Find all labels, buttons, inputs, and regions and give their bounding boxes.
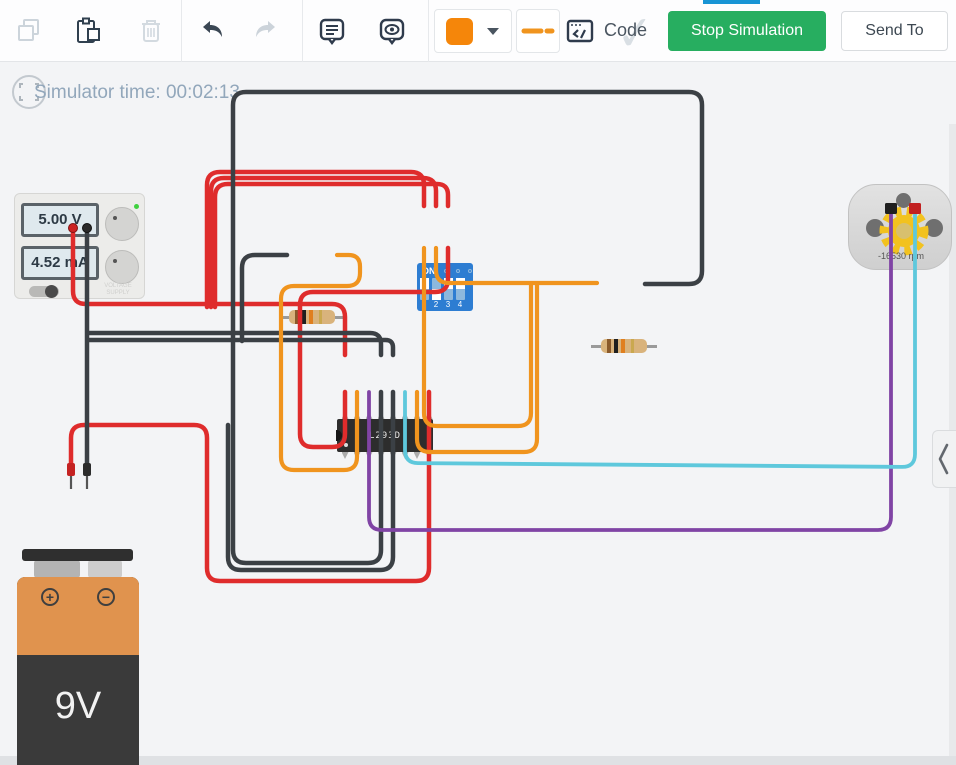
ic-pin[interactable] [342,412,349,419]
ic-pin[interactable] [390,452,397,459]
ic-pin[interactable] [402,412,409,419]
resistor-band [607,339,611,353]
dip-switch-2[interactable] [432,278,441,300]
ic-pin1-dot [344,443,348,447]
ic-pin[interactable] [426,452,433,459]
toolbar-separator [428,0,429,62]
notes-icon[interactable] [318,17,346,45]
battery-plus-sign: + [41,588,59,606]
copy-icon[interactable] [16,17,44,45]
dip-hole [456,269,460,273]
battery-top-band [17,577,139,655]
psu-power-switch[interactable] [29,286,59,297]
dip-pin-number: 3 [444,300,453,309]
ic-pin[interactable] [414,412,421,419]
battery-terminal [88,560,122,578]
resistor-band [302,310,306,324]
wire-color-picker[interactable] [434,9,512,53]
battery-voltage-label: 9V [17,685,139,728]
resistor-band [295,310,299,324]
toolbar-separator [181,0,182,62]
battery-9v-component[interactable]: + − 9V [17,577,139,765]
chevron-left-icon [933,431,955,487]
resistor-band [621,339,625,353]
code-window-icon[interactable] [566,17,594,45]
battery-terminal [34,560,80,578]
psu-power-led [134,204,139,209]
resistor-band [309,310,313,324]
delete-icon[interactable] [137,17,165,45]
psu-label: VOLTAGE SUPPLY [95,283,141,297]
toolbar-separator [302,0,303,62]
paste-icon[interactable] [74,17,102,45]
l293d-ic-component[interactable]: L293D [337,419,433,452]
tinkercad-circuits-app: ✓ Code Stop Simulation Send To Simulator… [0,0,956,765]
ic-label: L293D [337,431,433,441]
active-tab-indicator [703,0,760,4]
redo-icon[interactable] [252,17,280,45]
dip-pin-number: 4 [456,300,465,309]
battery-minus-sign: − [97,588,115,606]
dip-switch-1[interactable] [420,278,429,300]
psu-current-knob[interactable] [105,250,139,284]
ic-pin[interactable] [354,452,361,459]
ic-pin[interactable] [414,452,421,459]
dip-switch-4[interactable] [456,278,465,300]
ic-pin[interactable] [354,412,361,419]
ic-pin[interactable] [366,412,373,419]
ic-pin[interactable] [378,412,385,419]
wire-color-swatch[interactable] [446,18,473,45]
send-to-button[interactable]: Send To [841,11,948,51]
resistor-1[interactable] [279,310,345,324]
stop-simulation-button[interactable]: Stop Simulation [668,11,826,51]
ic-pin[interactable] [366,452,373,459]
dip-switch-handle [444,278,453,289]
expand-panel-tab[interactable] [932,430,956,488]
dip-pin-number: 1 [420,300,429,309]
resistor-2[interactable] [591,339,657,353]
psu-voltage-display: 5.00 V [21,203,99,237]
resistor-band [631,339,634,353]
battery-snap-cap [22,549,133,561]
resistor-band [614,339,618,353]
dip-switch-component[interactable]: ON 1234 [417,263,473,311]
dip-on-label: ON [422,266,436,276]
wire-style-button[interactable] [516,9,560,53]
component-labels-eye-icon[interactable] [378,17,406,45]
dip-pin-number: 2 [432,300,441,309]
dip-switch-handle [432,289,441,300]
undo-icon[interactable] [198,17,226,45]
wire-dash-icon [517,10,559,52]
ic-pin[interactable] [402,452,409,459]
ic-pin[interactable] [390,412,397,419]
dip-switch-handle [420,278,429,289]
dc-motor-component[interactable]: -16530 rpm [848,184,952,270]
motor-rpm-readout: -16530 rpm [849,251,953,261]
psu-voltage-knob[interactable] [105,207,139,241]
bottom-edge [0,756,956,765]
chevron-down-icon [487,28,499,35]
toolbar: ✓ Code Stop Simulation Send To [0,0,956,62]
ic-pin[interactable] [378,452,385,459]
simulator-time: Simulator time: 00:02:13 [34,82,240,104]
resistor-band [319,310,322,324]
dip-hole [444,269,448,273]
ic-pin[interactable] [426,412,433,419]
dip-switch-handle [456,278,465,289]
dip-hole [468,269,472,273]
circuit-canvas[interactable]: Simulator time: 00:02:13 5.00 V 4.52 mA … [0,62,956,765]
psu-current-display: 4.52 mA [21,246,99,280]
dip-switch-3[interactable] [444,278,453,300]
ic-pin[interactable] [342,452,349,459]
code-button-label[interactable]: Code [604,20,647,41]
power-supply-component[interactable]: 5.00 V 4.52 mA VOLTAGE SUPPLY [14,193,145,299]
